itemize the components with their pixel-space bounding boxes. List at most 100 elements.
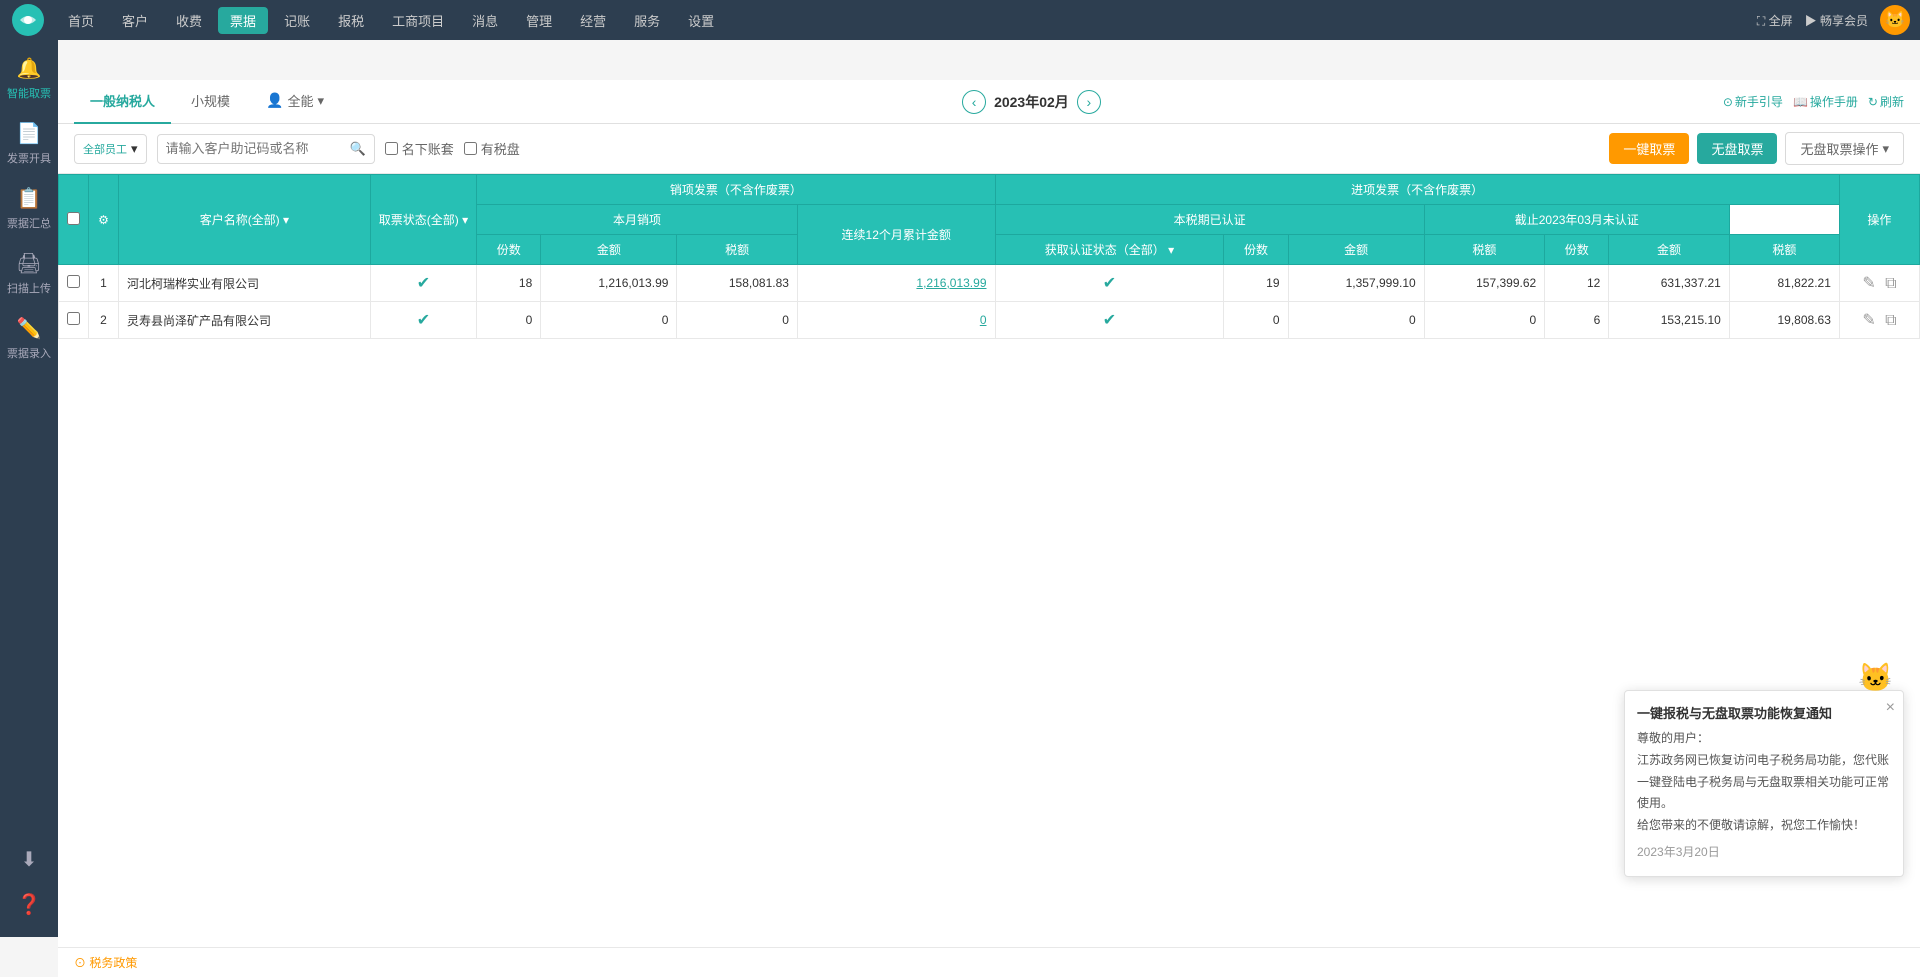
th-status: 取票状态(全部) ▾ xyxy=(370,175,476,265)
download-icon: ⬇ xyxy=(21,847,38,872)
guide-btn[interactable]: ⊙ 新手引导 xyxy=(1723,93,1783,110)
no-disk-ops-btn[interactable]: 无盘取票操作 ▾ xyxy=(1785,132,1904,165)
row-12month-1[interactable]: 1,216,013.99 xyxy=(916,276,986,290)
notification-body: 尊敬的用户： 江苏政务网已恢复访问电子税务局功能，您代账一键登陆电子税务局与无盘… xyxy=(1637,728,1891,864)
sidebar-item-label: 扫描上传 xyxy=(7,280,51,296)
search-icon[interactable]: 🔍 xyxy=(350,141,366,157)
nav-billing[interactable]: 收费 xyxy=(164,7,214,34)
employee-filter[interactable]: 全部员工 ▾ xyxy=(74,134,147,164)
filter-icon[interactable]: ▾ xyxy=(462,213,468,227)
notification-popup: 🐱 × 一键报税与无盘取票功能恢复通知 尊敬的用户： 江苏政务网已恢复访问电子税… xyxy=(1624,690,1904,877)
tab-general-taxpayer[interactable]: 一般纳税人 xyxy=(74,80,171,124)
filter-icon[interactable]: ▾ xyxy=(1168,243,1174,257)
row-cert-count-2: 0 xyxy=(1224,302,1288,339)
nav-operation[interactable]: 经营 xyxy=(568,7,618,34)
tab-small-scale[interactable]: 小规模 xyxy=(175,80,246,124)
edit-icon-2[interactable]: ✎ xyxy=(1862,312,1875,329)
sidebar-bottom: ⬇ ❓ xyxy=(3,839,55,937)
edit-icon-1[interactable]: ✎ xyxy=(1862,275,1875,292)
nav-home[interactable]: 首页 xyxy=(56,7,106,34)
one-click-btn[interactable]: 一键取票 xyxy=(1609,133,1689,164)
th-cert-status: 获取认证状态（全部） ▾ xyxy=(995,235,1224,265)
tax-policy-link[interactable]: ⊙ 税务政策 xyxy=(74,954,137,971)
th-cert-amount: 金额 xyxy=(1288,235,1424,265)
no-disk-btn[interactable]: 无盘取票 xyxy=(1697,133,1777,164)
chevron-down-icon: ▾ xyxy=(1882,141,1889,157)
nav-messages[interactable]: 消息 xyxy=(460,7,510,34)
tax-disk-check[interactable] xyxy=(464,142,477,155)
current-month: 2023年02月 xyxy=(994,92,1069,112)
month-nav: ‹ 2023年02月 › xyxy=(962,90,1101,114)
name-account-check[interactable] xyxy=(385,142,398,155)
th-purchase-cert: 本税期已认证 xyxy=(995,205,1424,235)
row-cert-tax-1: 157,399.62 xyxy=(1424,265,1545,302)
th-purchase-group: 进项发票（不含作废票） xyxy=(995,175,1839,205)
filter-icon[interactable]: ▾ xyxy=(283,213,289,227)
sidebar-item-entry[interactable]: ✏️ 票据录入 xyxy=(3,308,55,369)
cert-status-icon-1: ✔ xyxy=(1103,275,1116,292)
sidebar-item-invoice[interactable]: 📄 发票开具 xyxy=(3,113,55,174)
row-checkbox-1[interactable] xyxy=(67,275,80,288)
sidebar-item-smart-ticket[interactable]: 🔔 智能取票 xyxy=(3,48,55,109)
nav-business[interactable]: 工商项目 xyxy=(380,7,456,34)
nav-customer[interactable]: 客户 xyxy=(110,7,160,34)
next-month-btn[interactable]: › xyxy=(1077,90,1101,114)
row-cert-amount-1: 1,357,999.10 xyxy=(1288,265,1424,302)
mascot-icon: 🐱 xyxy=(1858,661,1893,694)
status-icon-1: ✔ xyxy=(417,275,430,292)
row-uncert-count-1: 12 xyxy=(1545,265,1609,302)
nav-right-area: ⛶ 全屏 ▶ 畅享会员 🐱 xyxy=(1757,5,1910,35)
row-12month-2[interactable]: 0 xyxy=(980,313,987,327)
th-sales-tax: 税额 xyxy=(677,235,798,265)
row-uncert-tax-2: 19,808.63 xyxy=(1729,302,1839,339)
th-cert-tax: 税额 xyxy=(1424,235,1545,265)
name-account-checkbox[interactable]: 名下账套 xyxy=(385,139,454,158)
fullscreen-btn[interactable]: ⛶ 全屏 xyxy=(1757,12,1793,29)
th-uncert-count: 份数 xyxy=(1545,235,1609,265)
tab-all[interactable]: 👤 全能 ▾ xyxy=(250,80,340,124)
sidebar-item-help[interactable]: ❓ xyxy=(3,884,55,925)
logo xyxy=(10,2,46,38)
notification-close-btn[interactable]: × xyxy=(1886,699,1895,717)
nav-tax[interactable]: 报税 xyxy=(326,7,376,34)
tab-right-actions: ⊙ 新手引导 📖 操作手册 ↻ 刷新 xyxy=(1723,93,1904,110)
avatar[interactable]: 🐱 xyxy=(1880,5,1910,35)
row-checkbox-2[interactable] xyxy=(67,312,80,325)
sidebar-item-download[interactable]: ⬇ xyxy=(3,839,55,880)
nav-settings[interactable]: 设置 xyxy=(676,7,726,34)
tax-disk-checkbox[interactable]: 有税盘 xyxy=(464,139,520,158)
th-sales-amount: 金额 xyxy=(541,235,677,265)
th-uncert-amount: 金额 xyxy=(1609,235,1730,265)
sidebar-item-label: 智能取票 xyxy=(7,85,51,101)
row-uncert-amount-2: 153,215.10 xyxy=(1609,302,1730,339)
th-sales-12month: 连续12个月累计金额 xyxy=(797,205,995,265)
nav-bookkeeping[interactable]: 记账 xyxy=(272,7,322,34)
prev-month-btn[interactable]: ‹ xyxy=(962,90,986,114)
row-sales-amount-1: 1,216,013.99 xyxy=(541,265,677,302)
row-sales-tax-2: 0 xyxy=(677,302,798,339)
vip-btn[interactable]: ▶ 畅享会员 xyxy=(1805,12,1868,29)
th-purchase-uncert: 截止2023年03月未认证 xyxy=(1424,205,1729,235)
filter-tag: 全部员工 xyxy=(83,141,127,157)
table-row: 1 河北柯瑞桦实业有限公司 ✔ 18 1,216,013.99 158,081.… xyxy=(59,265,1920,302)
nav-service[interactable]: 服务 xyxy=(622,7,672,34)
row-cert-tax-2: 0 xyxy=(1424,302,1545,339)
refresh-btn[interactable]: ↻ 刷新 xyxy=(1868,93,1904,110)
settings-icon[interactable]: ⚙ xyxy=(98,213,109,227)
sidebar-item-summary[interactable]: 📋 票据汇总 xyxy=(3,178,55,239)
sidebar: 🔔 智能取票 📄 发票开具 📋 票据汇总 🖨 扫描上传 ✏️ 票据录入 ⬇ ❓ xyxy=(0,40,58,937)
row-company-1: 河北柯瑞桦实业有限公司 xyxy=(119,265,371,302)
copy-icon-1[interactable]: ⧉ xyxy=(1885,275,1896,292)
notification-date: 2023年3月20日 xyxy=(1637,842,1891,864)
table-row: 2 灵寿县尚泽矿产品有限公司 ✔ 0 0 0 0 ✔ 0 0 xyxy=(59,302,1920,339)
scan-icon: 🖨 xyxy=(16,251,41,276)
search-input[interactable] xyxy=(166,141,346,156)
manual-btn[interactable]: 📖 操作手册 xyxy=(1793,93,1858,110)
sidebar-item-label: 票据汇总 xyxy=(7,215,51,231)
nav-manage[interactable]: 管理 xyxy=(514,7,564,34)
row-uncert-tax-1: 81,822.21 xyxy=(1729,265,1839,302)
nav-tickets[interactable]: 票据 xyxy=(218,7,268,34)
copy-icon-2[interactable]: ⧉ xyxy=(1885,312,1896,329)
sidebar-item-scan[interactable]: 🖨 扫描上传 xyxy=(3,243,55,304)
select-all-checkbox[interactable] xyxy=(67,212,80,225)
